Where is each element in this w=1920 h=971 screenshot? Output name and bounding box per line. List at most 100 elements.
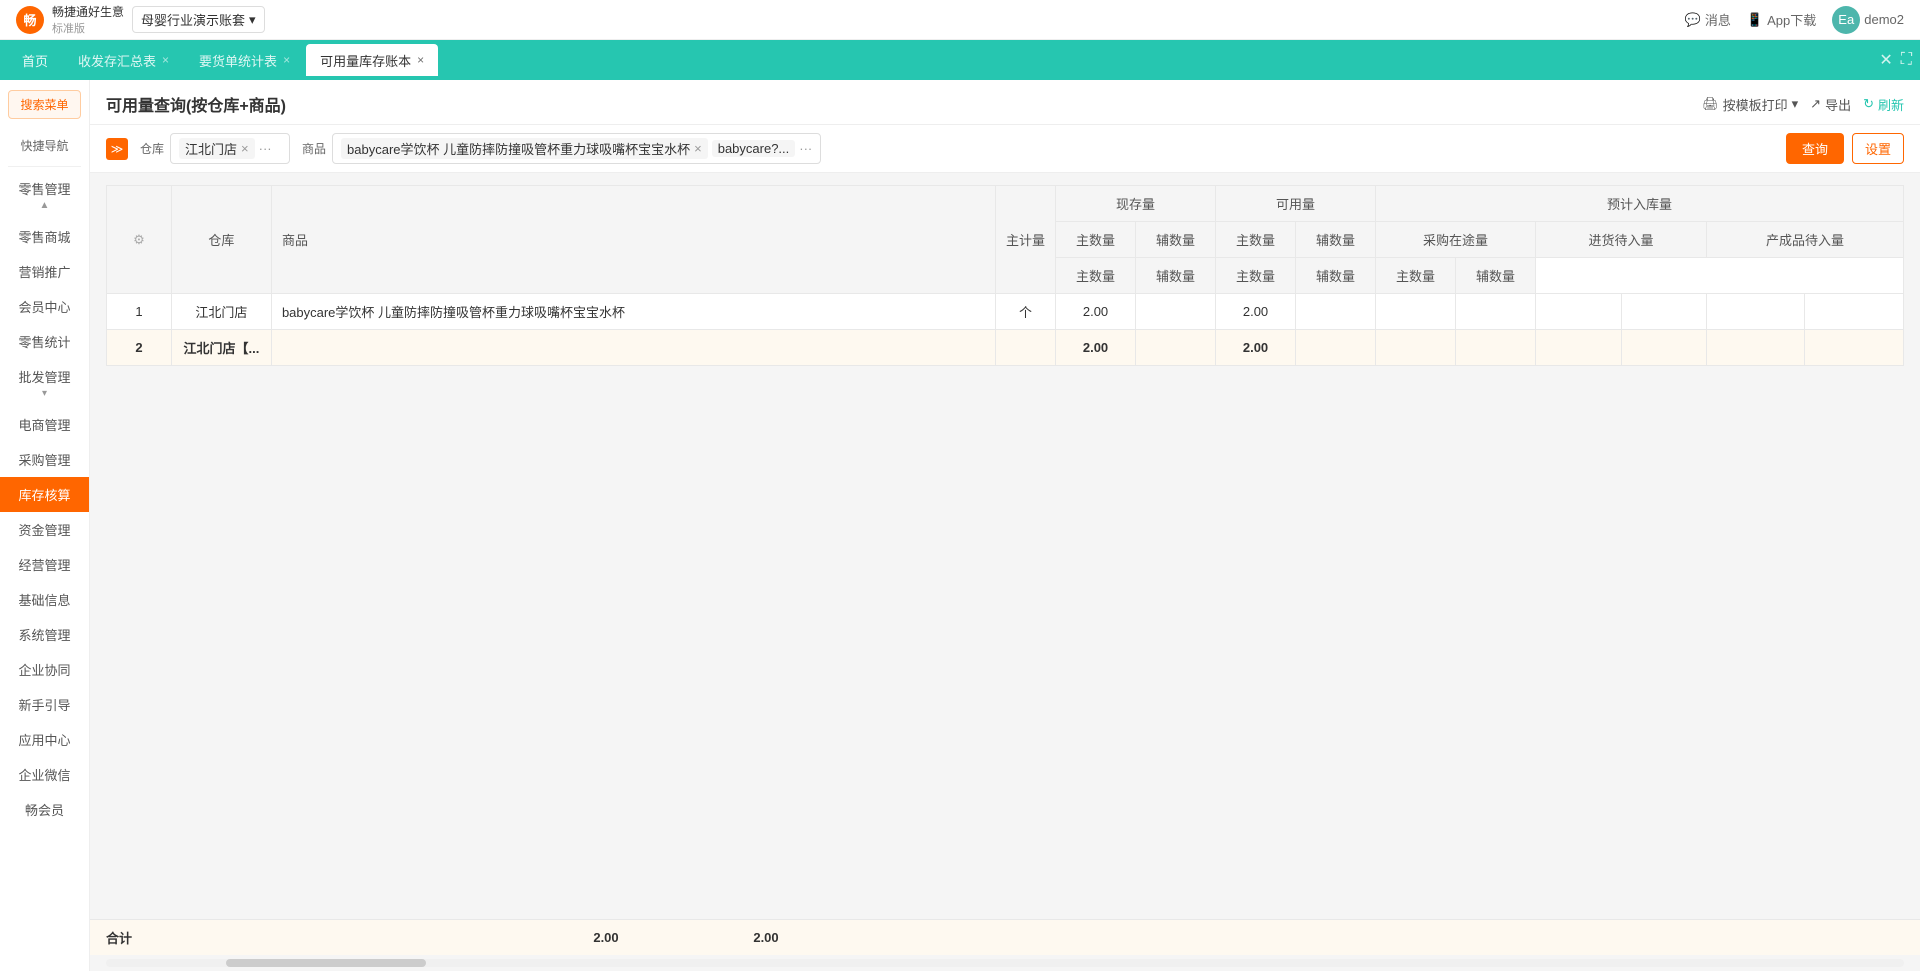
tab-receipts[interactable]: 收发存汇总表 × bbox=[64, 44, 183, 76]
close-receipts-tab[interactable]: × bbox=[162, 53, 169, 67]
stock-main-sub: 主数量 bbox=[1056, 222, 1136, 258]
warehouse-input[interactable]: 江北门店 × ··· bbox=[170, 133, 290, 164]
sidebar-divider-1 bbox=[8, 166, 81, 167]
row-prod-aux bbox=[1805, 330, 1904, 366]
sidebar-item-retail-stats[interactable]: 零售统计 bbox=[0, 324, 89, 359]
sidebar-item-appstore[interactable]: 应用中心 bbox=[0, 722, 89, 757]
export-button[interactable]: ↗ 导出 bbox=[1810, 95, 1851, 114]
app-download-button[interactable]: 📱 App下载 bbox=[1747, 10, 1816, 29]
row-avail-main: 2.00 bbox=[1216, 330, 1296, 366]
row-pur-aux bbox=[1456, 294, 1536, 330]
refresh-button[interactable]: ↻ 刷新 bbox=[1863, 95, 1904, 114]
user-profile[interactable]: Ea demo2 bbox=[1832, 6, 1904, 34]
close-orders-tab[interactable]: × bbox=[283, 53, 290, 67]
message-icon: 💬 bbox=[1685, 12, 1701, 28]
app-info: 畅捷通好生意 标准版 bbox=[52, 3, 124, 36]
sidebar-item-retail-shop[interactable]: 零售商城 bbox=[0, 219, 89, 254]
sidebar-item-purchase[interactable]: 采购管理 bbox=[0, 442, 89, 477]
setting-button[interactable]: 设置 bbox=[1852, 133, 1904, 164]
sidebar-item-label: 经营管理 bbox=[18, 555, 70, 574]
sidebar-item-newbie[interactable]: 新手引导 bbox=[0, 687, 89, 722]
row-pur-main bbox=[1376, 294, 1456, 330]
product-input[interactable]: babycare学饮杯 儿童防摔防撞吸管杯重力球吸嘴杯宝宝水杯 × babyca… bbox=[332, 133, 821, 164]
search-menu-button[interactable]: 搜索菜单 bbox=[8, 90, 81, 119]
query-button[interactable]: 查询 bbox=[1786, 133, 1844, 164]
available-header: 可用量 bbox=[1216, 186, 1376, 222]
prod-main-sub: 主数量 bbox=[1376, 258, 1456, 294]
sidebar-item-wholesale[interactable]: 批发管理 ▾ bbox=[0, 359, 89, 407]
top-bar: 畅 畅捷通好生意 标准版 母婴行业演示账套 ▾ 💬 消息 📱 App下载 Ea … bbox=[0, 0, 1920, 40]
fullscreen-icon[interactable]: ⛶ bbox=[1901, 51, 1912, 69]
row-avail-aux bbox=[1296, 330, 1376, 366]
avatar: Ea bbox=[1832, 6, 1860, 34]
sidebar-item-member[interactable]: 会员中心 bbox=[0, 289, 89, 324]
row-pur-aux bbox=[1456, 330, 1536, 366]
top-bar-left: 畅 畅捷通好生意 标准版 母婴行业演示账套 ▾ bbox=[16, 3, 265, 36]
row-pur-main bbox=[1376, 330, 1456, 366]
sidebar-item-ecommerce[interactable]: 电商管理 bbox=[0, 407, 89, 442]
sidebar-item-label: 畅会员 bbox=[25, 800, 64, 819]
row-unit bbox=[996, 330, 1056, 366]
sidebar: 搜索菜单 快捷导航 零售管理 ▲ 零售商城 营销推广 会员中心 零售统计 批发管… bbox=[0, 80, 90, 971]
quick-nav-button[interactable]: 快捷导航 bbox=[0, 129, 89, 162]
row-no: 1 bbox=[107, 294, 172, 330]
app-subtitle: 标准版 bbox=[52, 20, 124, 36]
settings-header[interactable]: ⚙ bbox=[107, 186, 172, 294]
warehouse-header: 仓库 bbox=[171, 186, 271, 294]
remove-warehouse-tag[interactable]: × bbox=[241, 141, 249, 156]
close-all-tabs-icon[interactable]: ✕ bbox=[1879, 50, 1892, 70]
store-selector[interactable]: 母婴行业演示账套 ▾ bbox=[132, 6, 265, 33]
inc-aux-sub: 辅数量 bbox=[1296, 258, 1376, 294]
sidebar-item-label: 企业微信 bbox=[18, 765, 70, 784]
product-header: 商品 bbox=[271, 186, 995, 294]
sidebar-item-retail[interactable]: 零售管理 ▲ bbox=[0, 171, 89, 219]
close-available-tab[interactable]: × bbox=[417, 53, 424, 67]
production-header: 产成品待入量 bbox=[1707, 222, 1904, 258]
download-icon: 📱 bbox=[1747, 12, 1763, 28]
row-unit: 个 bbox=[996, 294, 1056, 330]
page-title: 可用量查询(按仓库+商品) bbox=[106, 92, 286, 116]
tab-available[interactable]: 可用量库存账本 × bbox=[306, 44, 438, 76]
warehouse-more-icon[interactable]: ··· bbox=[259, 141, 272, 156]
sidebar-item-vip[interactable]: 畅会员 bbox=[0, 792, 89, 827]
row-avail-aux bbox=[1296, 294, 1376, 330]
remove-product-tag-1[interactable]: × bbox=[694, 141, 702, 156]
footer-avail-main: 2.00 bbox=[726, 930, 806, 945]
top-bar-right: 💬 消息 📱 App下载 Ea demo2 bbox=[1685, 6, 1904, 34]
sidebar-item-basic[interactable]: 基础信息 bbox=[0, 582, 89, 617]
sidebar-search-area: 搜索菜单 bbox=[0, 80, 89, 129]
message-button[interactable]: 💬 消息 bbox=[1685, 10, 1731, 29]
settings-icon[interactable]: ⚙ bbox=[133, 232, 145, 247]
print-button[interactable]: 🖨 按模板打印 ▾ bbox=[1702, 95, 1798, 114]
sidebar-item-wechat[interactable]: 企业微信 bbox=[0, 757, 89, 792]
print-icon: 🖨 bbox=[1702, 96, 1719, 112]
product-more-icon[interactable]: ··· bbox=[799, 141, 812, 156]
footer-stock-main: 2.00 bbox=[566, 930, 646, 945]
main-layout: 搜索菜单 快捷导航 零售管理 ▲ 零售商城 营销推广 会员中心 零售统计 批发管… bbox=[0, 80, 1920, 971]
content-area: 可用量查询(按仓库+商品) 🖨 按模板打印 ▾ ↗ 导出 ↻ 刷新 ≫ bbox=[90, 80, 1920, 971]
tab-orders[interactable]: 要货单统计表 × bbox=[185, 44, 304, 76]
sidebar-item-marketing[interactable]: 营销推广 bbox=[0, 254, 89, 289]
sidebar-item-label: 零售统计 bbox=[18, 332, 70, 351]
refresh-icon: ↻ bbox=[1863, 96, 1874, 112]
sidebar-item-operations[interactable]: 经营管理 bbox=[0, 547, 89, 582]
row-stock-main: 2.00 bbox=[1056, 294, 1136, 330]
sidebar-item-finance[interactable]: 资金管理 bbox=[0, 512, 89, 547]
sidebar-item-label: 新手引导 bbox=[18, 695, 70, 714]
sidebar-item-label: 零售商城 bbox=[18, 227, 70, 246]
tab-home[interactable]: 首页 bbox=[8, 44, 62, 76]
app-logo: 畅 bbox=[16, 6, 44, 34]
inventory-table: ⚙ 仓库 商品 主计量 现存量 可用量 预计入库量 主数量 辅数量 主数量 辅数… bbox=[106, 185, 1904, 366]
sidebar-item-label: 会员中心 bbox=[18, 297, 70, 316]
expand-filter-button[interactable]: ≫ bbox=[106, 138, 128, 160]
horizontal-scrollbar[interactable] bbox=[106, 959, 1904, 967]
sidebar-item-label: 零售管理 bbox=[18, 179, 70, 198]
table-row-subtotal: 2 江北门店【... 2.00 2.00 bbox=[107, 330, 1904, 366]
purchase-in-header: 采购在途量 bbox=[1376, 222, 1536, 258]
sidebar-item-label: 系统管理 bbox=[18, 625, 70, 644]
sidebar-item-inventory[interactable]: 库存核算 bbox=[0, 477, 89, 512]
sidebar-item-enterprise[interactable]: 企业协同 bbox=[0, 652, 89, 687]
sidebar-item-system[interactable]: 系统管理 bbox=[0, 617, 89, 652]
scrollbar-thumb[interactable] bbox=[226, 959, 426, 967]
avail-main-sub: 主数量 bbox=[1216, 222, 1296, 258]
